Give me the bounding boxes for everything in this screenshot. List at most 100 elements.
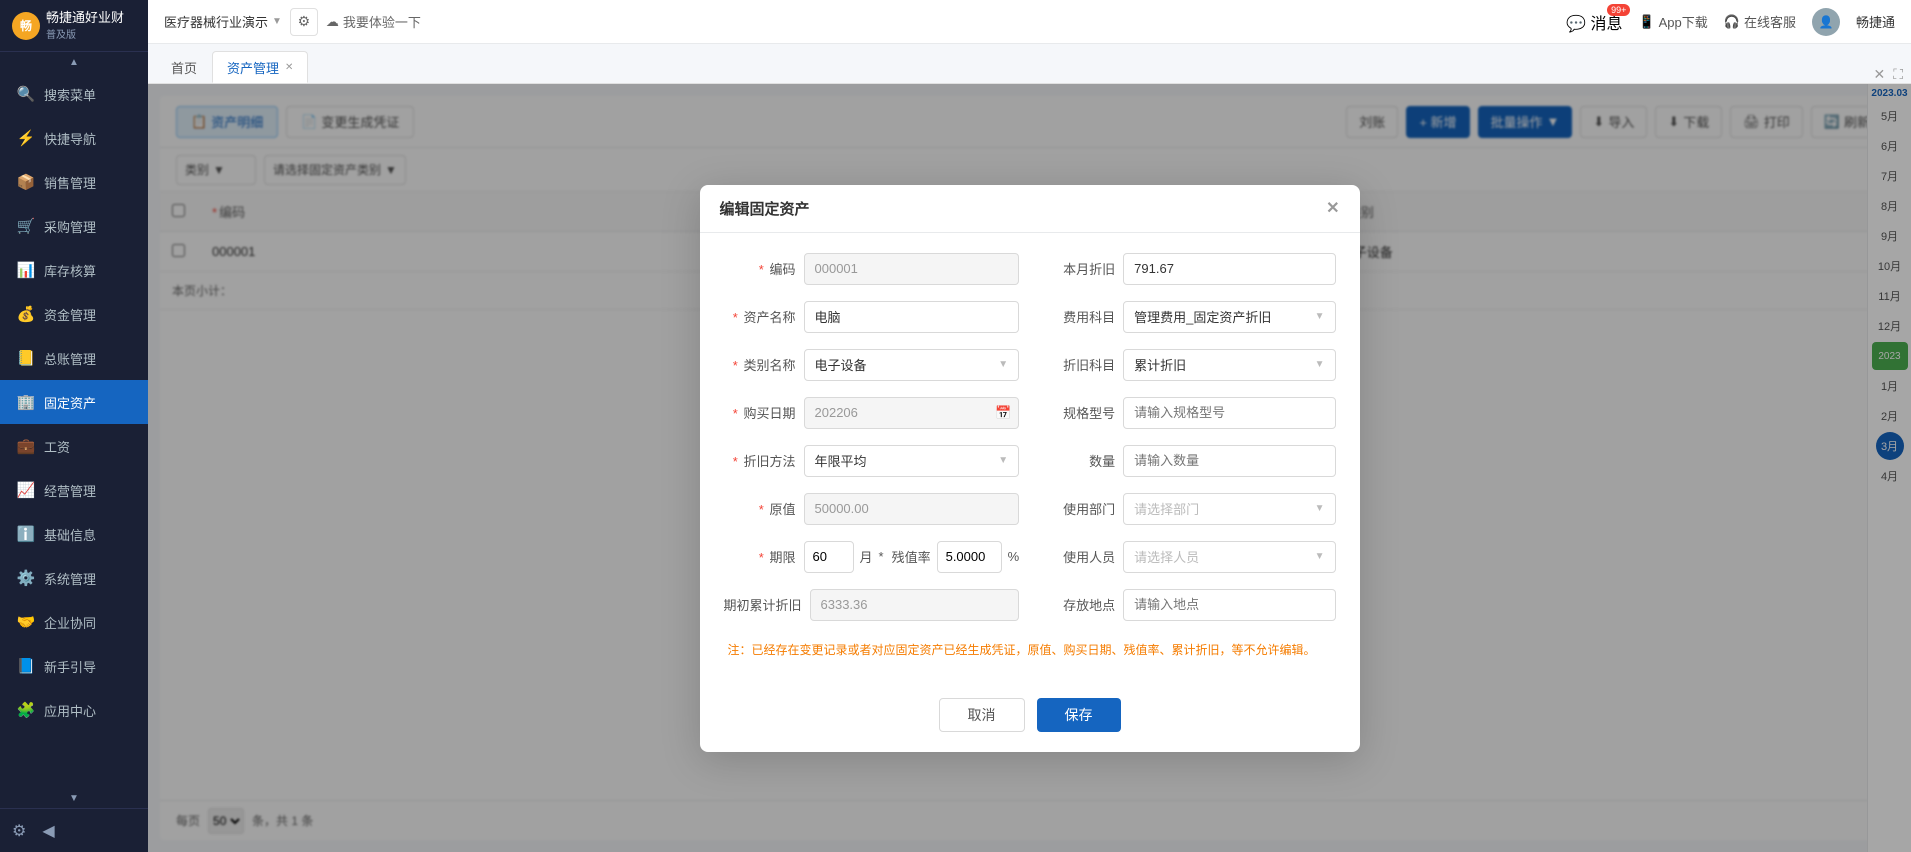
department-placeholder: 请选择部门 — [1134, 499, 1199, 518]
enterprise-icon: 🤝 — [16, 612, 36, 632]
save-button[interactable]: 保存 — [1037, 698, 1121, 732]
sidebar-item-inventory[interactable]: 📊 库存核算 — [0, 248, 148, 292]
tabbar-actions: ✕ ⛶ — [1865, 66, 1911, 83]
sidebar: 畅 畅捷通好业财 普及版 ▲ 🔍 搜索菜单 ⚡ 快捷导航 📦 销售管理 🛒 采购… — [0, 0, 148, 852]
app-download-button[interactable]: 📱 App下载 — [1638, 12, 1707, 31]
sidebar-item-purchase[interactable]: 🛒 采购管理 — [0, 204, 148, 248]
sidebar-item-label: 企业协同 — [44, 613, 96, 632]
user-label: 使用人员 — [1043, 547, 1123, 566]
user-select[interactable]: 请选择人员 ▼ — [1123, 541, 1335, 573]
calendar-icon[interactable]: 📅 — [995, 405, 1011, 421]
edit-dialog: 编辑固定资产 ✕ * 编码 — [700, 185, 1360, 752]
system-icon: ⚙️ — [16, 568, 36, 588]
sidebar-scroll-down[interactable]: ▼ — [0, 788, 148, 808]
online-service-button[interactable]: 🎧 在线客服 — [1724, 12, 1796, 31]
dialog-header: 编辑固定资产 ✕ — [700, 185, 1360, 233]
depreciation-method-value: 年限平均 — [815, 451, 867, 470]
cancel-button[interactable]: 取消 — [939, 698, 1025, 732]
collapse-icon[interactable]: ◀ — [42, 821, 54, 841]
search-icon: 🔍 — [16, 84, 36, 104]
sidebar-scroll-up[interactable]: ▲ — [0, 52, 148, 72]
name-input[interactable] — [804, 301, 1020, 333]
sidebar-item-search[interactable]: 🔍 搜索菜单 — [0, 72, 148, 116]
quantity-input[interactable] — [1123, 445, 1335, 477]
sidebar-item-system[interactable]: ⚙️ 系统管理 — [0, 556, 148, 600]
topbar-left: 医疗器械行业演示 ▼ ⚙ ☁ 我要体验一下 — [164, 8, 1554, 36]
sidebar-item-sales[interactable]: 📦 销售管理 — [0, 160, 148, 204]
form-row-department: 使用部门 请选择部门 ▼ — [1043, 493, 1335, 525]
online-service-label: 在线客服 — [1744, 12, 1796, 31]
purchase-date-input[interactable] — [804, 397, 1020, 429]
tab-asset-management-label: 资产管理 — [227, 58, 279, 77]
tab-asset-management[interactable]: 资产管理 ✕ — [212, 51, 308, 83]
period-required-star: * — [759, 550, 764, 565]
expense-subject-select[interactable]: 管理费用_固定资产折旧 ▼ — [1123, 301, 1335, 333]
category-select[interactable]: 电子设备 ▼ — [804, 349, 1020, 381]
sidebar-item-operations[interactable]: 📈 经营管理 — [0, 468, 148, 512]
tab-close-icon[interactable]: ✕ — [285, 62, 293, 73]
topbar: 医疗器械行业演示 ▼ ⚙ ☁ 我要体验一下 💬 99+ 消息 📱 App下载 — [148, 0, 1911, 44]
sidebar-item-fixed-assets[interactable]: 🏢 固定资产 — [0, 380, 148, 424]
form-row-expense-subject: 费用科目 管理费用_固定资产折旧 ▼ — [1043, 301, 1335, 333]
depreciation-subject-select[interactable]: 累计折旧 ▼ — [1123, 349, 1335, 381]
sidebar-item-basic-info[interactable]: ℹ️ 基础信息 — [0, 512, 148, 556]
sidebar-item-label: 库存核算 — [44, 261, 96, 280]
spec-model-input[interactable] — [1123, 397, 1335, 429]
category-arrow-icon: ▼ — [998, 359, 1008, 370]
form-row-user: 使用人员 请选择人员 ▼ — [1043, 541, 1335, 573]
sidebar-item-quicknav[interactable]: ⚡ 快捷导航 — [0, 116, 148, 160]
feedback-button[interactable]: ☁ 我要体验一下 — [326, 12, 421, 31]
branch-settings-button[interactable]: ⚙ — [290, 8, 318, 36]
messages-button[interactable]: 💬 99+ 消息 — [1566, 10, 1622, 34]
form-row-location: 存放地点 — [1043, 589, 1335, 621]
sidebar-item-label: 资金管理 — [44, 305, 96, 324]
code-label: * 编码 — [724, 259, 804, 278]
dialog-right-col: 本月折旧 费用科目 管理费用_固定资产折旧 — [1043, 253, 1335, 637]
code-input[interactable] — [804, 253, 1020, 285]
department-label: 使用部门 — [1043, 499, 1123, 518]
sidebar-item-guide[interactable]: 📘 新手引导 — [0, 644, 148, 688]
period-input[interactable] — [804, 541, 854, 573]
settings-icon[interactable]: ⚙ — [12, 821, 26, 841]
branch-selector[interactable]: 医疗器械行业演示 ▼ — [164, 12, 282, 31]
cloud-icon: ☁ — [326, 14, 339, 30]
form-row-purchase-date: * 购买日期 📅 — [724, 397, 1020, 429]
residual-rate-input[interactable] — [937, 541, 1002, 573]
original-value-input[interactable] — [804, 493, 1020, 525]
monthly-depreciation-label: 本月折旧 — [1043, 259, 1123, 278]
category-select-value: 电子设备 — [815, 355, 867, 374]
app-logo: 畅 畅捷通好业财 普及版 — [0, 0, 148, 52]
tab-home[interactable]: 首页 — [156, 51, 212, 83]
monthly-depreciation-input[interactable] — [1123, 253, 1335, 285]
form-row-code: * 编码 — [724, 253, 1020, 285]
sidebar-item-funds[interactable]: 💰 资金管理 — [0, 292, 148, 336]
residual-rate-unit: % — [1008, 549, 1020, 564]
sidebar-item-general-ledger[interactable]: 📒 总账管理 — [0, 336, 148, 380]
sidebar-item-enterprise[interactable]: 🤝 企业协同 — [0, 600, 148, 644]
initial-depreciation-label: 期初累计折旧 — [724, 595, 810, 614]
sidebar-item-app-center[interactable]: 🧩 应用中心 — [0, 688, 148, 732]
dialog-title: 编辑固定资产 — [720, 198, 810, 219]
department-select[interactable]: 请选择部门 ▼ — [1123, 493, 1335, 525]
spec-model-label: 规格型号 — [1043, 403, 1123, 422]
purchase-date-wrap: 📅 — [804, 397, 1020, 429]
messages-badge: 99+ — [1607, 4, 1630, 16]
location-input[interactable] — [1123, 589, 1335, 621]
sales-icon: 📦 — [16, 172, 36, 192]
expense-arrow-icon: ▼ — [1315, 311, 1325, 322]
form-row-quantity: 数量 — [1043, 445, 1335, 477]
tab-close-all-icon[interactable]: ✕ — [1873, 66, 1885, 83]
branch-arrow-icon: ▼ — [272, 16, 282, 27]
dialog-close-button[interactable]: ✕ — [1326, 198, 1339, 218]
form-row-depreciation-subject: 折旧科目 累计折旧 ▼ — [1043, 349, 1335, 381]
dep-subject-arrow-icon: ▼ — [1315, 359, 1325, 370]
depreciation-subject-value: 累计折旧 — [1134, 355, 1186, 374]
tab-expand-icon[interactable]: ⛶ — [1893, 66, 1903, 83]
initial-depreciation-input[interactable] — [810, 589, 1020, 621]
fixed-assets-icon: 🏢 — [16, 392, 36, 412]
user-avatar[interactable]: 👤 — [1812, 8, 1840, 36]
dialog-body: * 编码 * 资产名称 — [700, 233, 1360, 690]
sidebar-item-payroll[interactable]: 💼 工资 — [0, 424, 148, 468]
method-required-star: * — [733, 454, 738, 469]
depreciation-method-select[interactable]: 年限平均 ▼ — [804, 445, 1020, 477]
